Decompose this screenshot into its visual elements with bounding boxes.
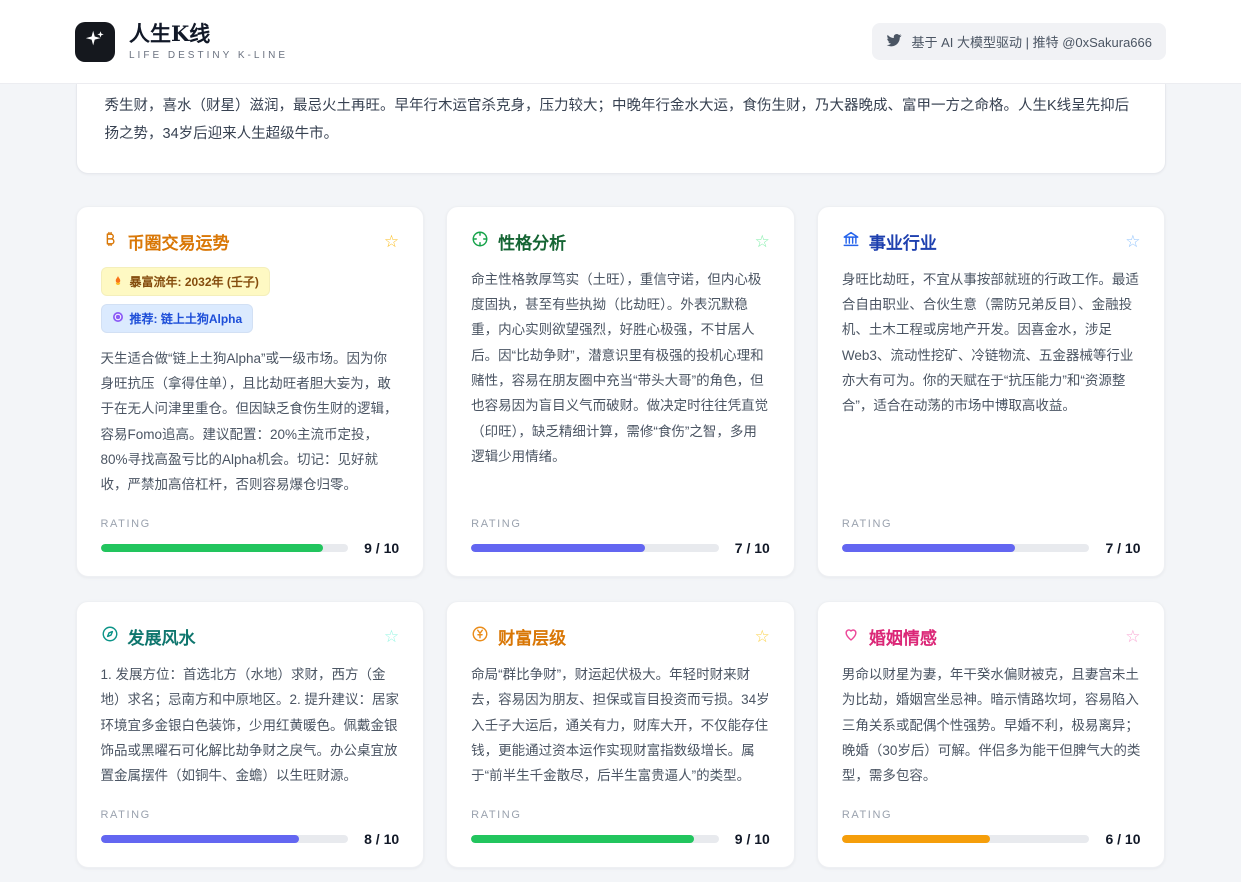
card-personality: 性格分析 ☆ 命主性格敦厚笃实（土旺），重信守诺，但内心极度固执，甚至有些执拗（… [446,206,795,577]
card-career-title-row: 事业行业 [842,229,937,254]
rating-bar-track [842,544,1090,552]
card-body-text: 命主性格敦厚笃实（土旺），重信守诺，但内心极度固执，甚至有些执拗（比劫旺）。外表… [471,267,770,470]
rating-section: RATING 6 / 10 [842,789,1141,847]
favorite-star-icon[interactable]: ☆ [384,233,399,250]
twitter-icon [886,32,902,51]
wealth-year-badge: 暴富流年: 2032年 (壬子) [101,267,270,296]
card-body-text: 天生适合做“链上土狗Alpha”或一级市场。因为你身旺抗压（拿得住单），且比劫旺… [101,346,400,498]
app-header: 人生K线 LIFE DESTINY K-LINE 基于 AI 大模型驱动 | 推… [0,0,1241,84]
rating-label: RATING [842,809,1141,821]
favorite-star-icon[interactable]: ☆ [1125,628,1140,645]
card-title-text: 发展风水 [128,624,196,649]
rating-bar-fill [101,544,324,552]
app-title: 人生K线 [129,22,288,45]
rating-section: RATING 7 / 10 [471,498,770,556]
card-title-text: 事业行业 [869,229,937,254]
rating-bar-fill [842,835,991,843]
rating-value: 9 / 10 [735,831,770,847]
favorite-star-icon[interactable]: ☆ [384,628,399,645]
rating-label: RATING [101,809,400,821]
card-feng-shui-title-row: 发展风水 [101,624,196,649]
wealth-year-badge-label: 暴富流年: 2032年 (壬子) [130,273,259,290]
bitcoin-icon [101,230,119,253]
card-body-text: 身旺比劫旺，不宜从事按部就班的行政工作。最适合自由职业、合伙生意（需防兄弟反目）… [842,267,1141,419]
twitter-badge-label: 基于 AI 大模型驱动 | 推特 @0xSakura666 [911,32,1152,51]
card-body-text: 命局“群比争财”，财运起伏极大。年轻时财来财去，容易因为朋友、担保或盲目投资而亏… [471,662,770,789]
rating-label: RATING [842,518,1141,530]
bank-icon [842,230,860,253]
rating-bar-track [101,544,349,552]
card-crypto-trading: 币圈交易运势 ☆ 暴富流年: 2032年 (壬子) 推荐: 链上土狗Alpha [76,206,425,577]
card-marriage: 婚姻情感 ☆ 男命以财星为妻，年干癸水偏财被克，且妻宫未土为比劫，婚姻宫坐忌神。… [817,601,1166,868]
card-body-text: 男命以财星为妻，年干癸水偏财被克，且妻宫未土为比劫，婚姻宫坐忌神。暗示情路坎坷，… [842,662,1141,789]
recommend-badge: 推荐: 链上土狗Alpha [101,304,254,333]
rating-section: RATING 9 / 10 [101,498,400,556]
rating-value: 7 / 10 [1105,540,1140,556]
rating-bar-fill [101,835,299,843]
destiny-summary-text: 秀生财，喜水（财星）滋润，最忌火土再旺。早年行木运官杀克身，压力较大；中晚年行金… [105,98,1130,142]
app-logo [75,22,115,62]
card-title-text: 婚姻情感 [869,624,937,649]
card-personality-title-row: 性格分析 [471,229,566,254]
card-wealth-title-row: 财富层级 [471,624,566,649]
rating-bar-fill [471,544,644,552]
rating-value: 6 / 10 [1105,831,1140,847]
rating-label: RATING [101,518,400,530]
card-body-text: 1. 发展方位：首选北方（水地）求财，西方（金地）求名；忌南方和中原地区。2. … [101,662,400,789]
twitter-badge[interactable]: 基于 AI 大模型驱动 | 推特 @0xSakura666 [872,23,1166,60]
brand: 人生K线 LIFE DESTINY K-LINE [75,22,288,62]
rating-section: RATING 9 / 10 [471,789,770,847]
main-content: 秀生财，喜水（财星）滋润，最忌火土再旺。早年行木运官杀克身，压力较大；中晚年行金… [76,84,1166,882]
coin-icon [112,311,124,326]
rating-value: 9 / 10 [364,540,399,556]
rating-value: 8 / 10 [364,831,399,847]
rating-bar-track [471,544,719,552]
feng-shui-compass-icon [101,625,119,648]
analysis-card-grid: 币圈交易运势 ☆ 暴富流年: 2032年 (壬子) 推荐: 链上土狗Alpha [76,206,1166,868]
sparkles-icon [84,28,106,55]
favorite-star-icon[interactable]: ☆ [755,628,770,645]
card-title-text: 性格分析 [498,229,566,254]
yuan-coin-icon [471,625,489,648]
rating-section: RATING 8 / 10 [101,789,400,847]
rating-bar-track [471,835,719,843]
favorite-star-icon[interactable]: ☆ [755,233,770,250]
rating-bar-track [842,835,1090,843]
card-marriage-title-row: 婚姻情感 [842,624,937,649]
flame-icon [112,274,124,289]
favorite-star-icon[interactable]: ☆ [1125,233,1140,250]
rating-section: RATING 7 / 10 [842,498,1141,556]
rating-value: 7 / 10 [735,540,770,556]
compass-circle-icon [471,230,489,253]
rating-label: RATING [471,518,770,530]
card-wealth: 财富层级 ☆ 命局“群比争财”，财运起伏极大。年轻时财来财去，容易因为朋友、担保… [446,601,795,868]
rating-bar-fill [471,835,694,843]
rating-bar-track [101,835,349,843]
app-subtitle: LIFE DESTINY K-LINE [129,50,288,61]
card-feng-shui: 发展风水 ☆ 1. 发展方位：首选北方（水地）求财，西方（金地）求名；忌南方和中… [76,601,425,868]
destiny-summary-card: 秀生财，喜水（财星）滋润，最忌火土再旺。早年行木运官杀克身，压力较大；中晚年行金… [76,84,1166,174]
recommend-badge-label: 推荐: 链上土狗Alpha [130,310,243,327]
crypto-badges: 暴富流年: 2032年 (壬子) 推荐: 链上土狗Alpha [101,267,400,333]
card-title-text: 财富层级 [498,624,566,649]
rating-bar-fill [842,544,1015,552]
heart-icon [842,625,860,648]
card-crypto-title-row: 币圈交易运势 [101,229,230,254]
rating-label: RATING [471,809,770,821]
card-career: 事业行业 ☆ 身旺比劫旺，不宜从事按部就班的行政工作。最适合自由职业、合伙生意（… [817,206,1166,577]
card-title-text: 币圈交易运势 [128,229,230,254]
